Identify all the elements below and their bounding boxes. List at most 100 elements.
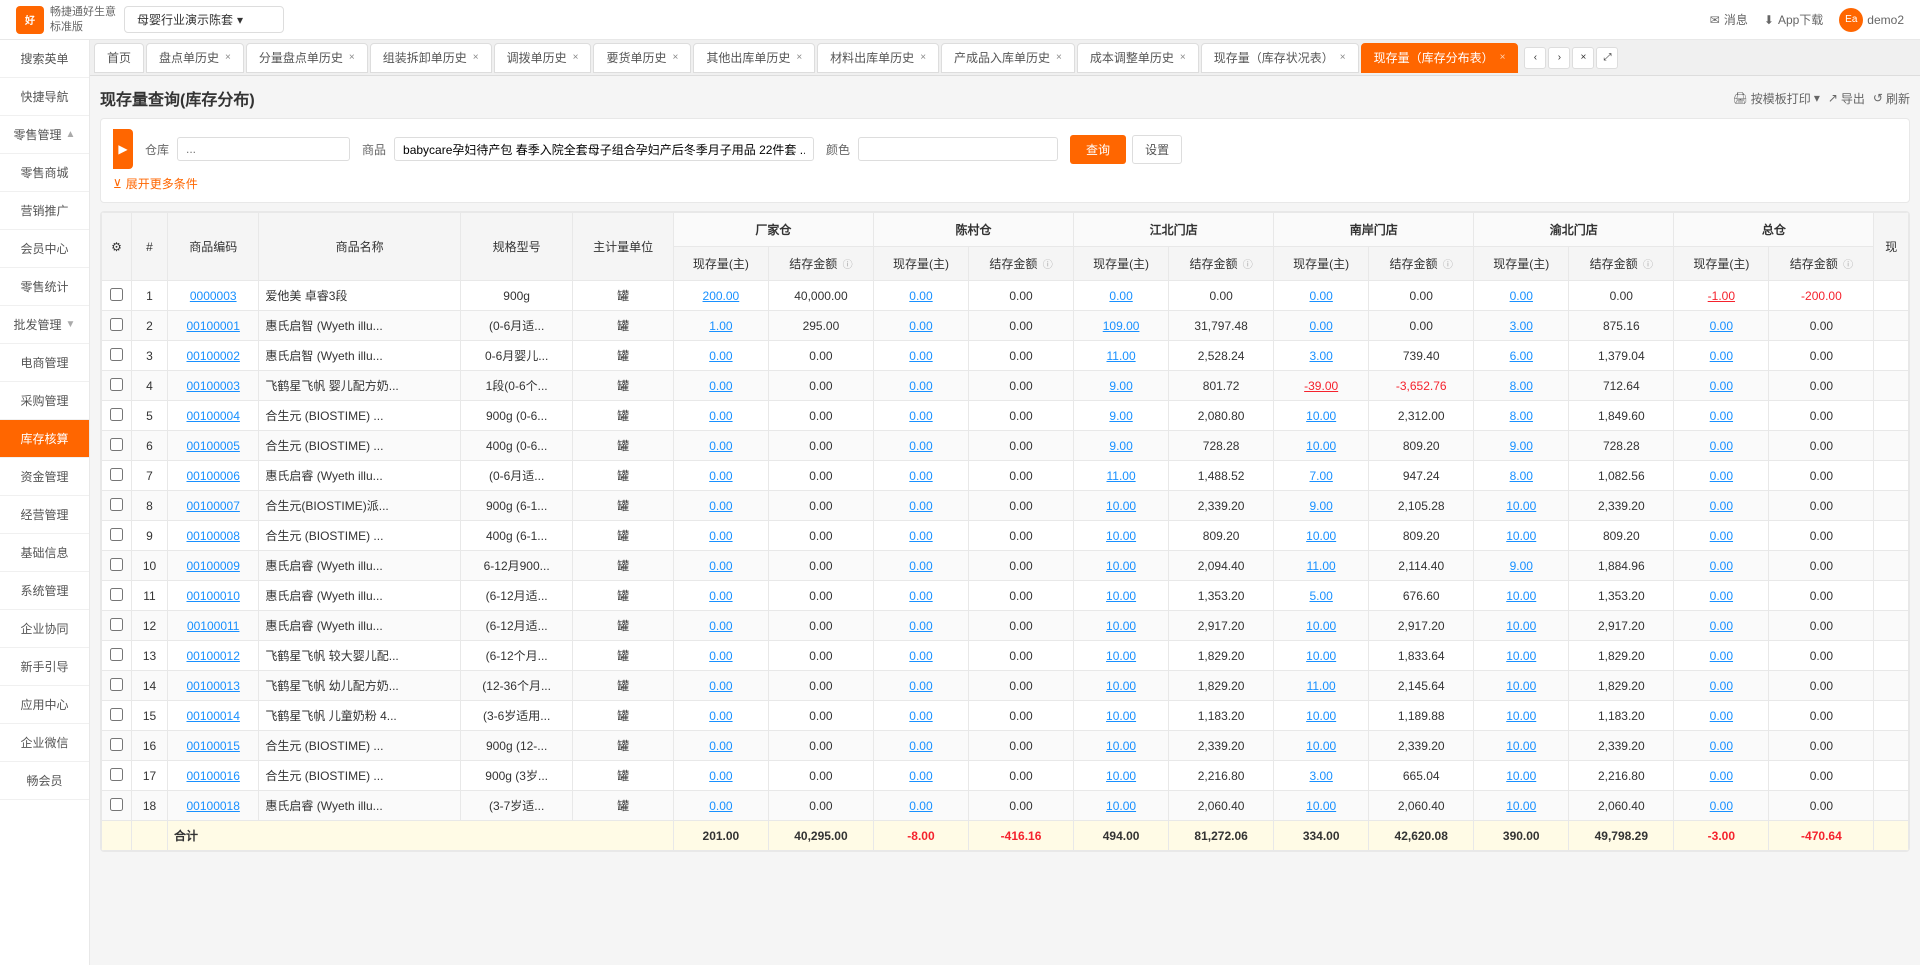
tab-other-out-history[interactable]: 其他出库单历史 × — [693, 43, 815, 73]
sidebar-item-retail-stats[interactable]: 零售统计 — [0, 268, 89, 306]
summary-row: 合计 201.00 40,295.00 -8.00 -416.16 494.00… — [102, 821, 1909, 851]
tab-close-icon[interactable]: × — [225, 52, 231, 63]
logo-area: 好 畅捷通好生意 标准版 — [16, 5, 116, 34]
tab-home[interactable]: 首页 — [94, 43, 144, 73]
table-container: ⚙ # 商品编码 商品名称 规格型号 主计量单位 厂家仓 陈村仓 江北门店 南岸… — [100, 211, 1910, 852]
tab-close-icon-active[interactable]: × — [1500, 52, 1506, 63]
refresh-btn[interactable]: ↺ 刷新 — [1873, 90, 1910, 107]
sidebar-item-finance[interactable]: 资金管理 — [0, 458, 89, 496]
warehouse-input[interactable] — [177, 137, 350, 161]
sidebar-item-vip[interactable]: 畅会员 — [0, 762, 89, 800]
search-row: ▶ 仓库 商品 颜色 查询 设置 — [113, 129, 1897, 169]
sidebar-item-newbie[interactable]: 新手引导 — [0, 648, 89, 686]
query-button[interactable]: 查询 — [1070, 135, 1126, 164]
sidebar-item-operations[interactable]: 经营管理 — [0, 496, 89, 534]
table-row: 12 00100011 惠氏启睿 (Wyeth illu... (6-12月适.… — [102, 611, 1909, 641]
sidebar-item-wework[interactable]: 企业微信 — [0, 724, 89, 762]
sidebar-item-collab[interactable]: 企业协同 — [0, 610, 89, 648]
header-actions: 🖨 按模板打印 ▾ ↗ 导出 ↺ 刷新 — [1733, 90, 1910, 107]
tab-product-in-history[interactable]: 产成品入库单历史 × — [941, 43, 1075, 73]
th-product-code: 商品编码 — [168, 213, 259, 281]
user-avatar-btn[interactable]: Ea demo2 — [1839, 8, 1904, 32]
expand-collapse-btn[interactable]: ▶ — [113, 129, 133, 169]
tab-close-icon[interactable]: × — [796, 52, 802, 63]
goods-input[interactable] — [394, 137, 814, 161]
th-jiangbei-store: 江北门店 — [1074, 213, 1274, 247]
sidebar-item-retail-mall[interactable]: 零售商城 — [0, 154, 89, 192]
top-bar-left: 好 畅捷通好生意 标准版 母婴行业演示陈套 ▾ — [16, 5, 284, 34]
th-spec: 规格型号 — [460, 213, 572, 281]
export-btn[interactable]: ↗ 导出 — [1828, 90, 1865, 107]
tab-close-all-btn[interactable]: × — [1572, 47, 1594, 69]
sidebar-item-basic-info[interactable]: 基础信息 — [0, 534, 89, 572]
chevron-down-icon: ▾ — [237, 13, 243, 27]
th-chen-stock: 现存量(主) — [873, 247, 968, 281]
logo-icon: 好 — [16, 6, 44, 34]
settings-button[interactable]: 设置 — [1132, 135, 1182, 164]
th-gear: ⚙ — [102, 213, 132, 281]
tab-close-icon[interactable]: × — [1340, 52, 1346, 63]
tab-scroll-left-btn[interactable]: ‹ — [1524, 47, 1546, 69]
logo-text: 畅捷通好生意 标准版 — [50, 5, 116, 34]
tab-order-history[interactable]: 要货单历史 × — [593, 43, 691, 73]
tab-transfer-history[interactable]: 调拨单历史 × — [494, 43, 592, 73]
th-na-stock: 现存量(主) — [1274, 247, 1369, 281]
color-input[interactable] — [858, 137, 1058, 161]
table-row: 8 00100007 合生元(BIOSTIME)派... 900g (6-1..… — [102, 491, 1909, 521]
tab-stock-distribution[interactable]: 现存量（库存分布表） × — [1361, 43, 1519, 73]
tab-stock-status[interactable]: 现存量（库存状况表） × — [1201, 43, 1359, 73]
sidebar-item-search[interactable]: 搜索英单 — [0, 40, 89, 78]
tab-portion-check-history[interactable]: 分量盘点单历史 × — [246, 43, 368, 73]
app-download-btn[interactable]: ⬇ App下载 — [1764, 11, 1823, 28]
tab-close-icon[interactable]: × — [473, 52, 479, 63]
top-bar: 好 畅捷通好生意 标准版 母婴行业演示陈套 ▾ ✉ 消息 ⬇ App下载 Ea … — [0, 0, 1920, 40]
color-label: 颜色 — [826, 141, 850, 158]
sidebar-item-retail-mgmt[interactable]: 零售管理 ▲ — [0, 116, 89, 154]
tab-close-icon[interactable]: × — [573, 52, 579, 63]
sidebar-item-purchase[interactable]: 采购管理 — [0, 382, 89, 420]
tab-close-icon[interactable]: × — [349, 52, 355, 63]
tab-close-icon[interactable]: × — [920, 52, 926, 63]
warehouse-label: 仓库 — [145, 141, 169, 158]
th-product-name: 商品名称 — [259, 213, 460, 281]
th-total-warehouse: 总仓 — [1674, 213, 1874, 247]
tab-expand-btn[interactable]: ⤢ — [1596, 47, 1618, 69]
sidebar-item-system[interactable]: 系统管理 — [0, 572, 89, 610]
sidebar-item-marketing[interactable]: 营销推广 — [0, 192, 89, 230]
sidebar-item-wholesale[interactable]: 批发管理 ▼ — [0, 306, 89, 344]
table-row: 10 00100009 惠氏启睿 (Wyeth illu... 6-12月900… — [102, 551, 1909, 581]
warehouse-search-item: 仓库 — [145, 137, 350, 161]
page-title: 现存量查询(库存分布) — [100, 86, 255, 110]
print-btn[interactable]: 🖨 按模板打印 ▾ — [1733, 90, 1820, 107]
refresh-icon: ↺ — [1873, 91, 1883, 105]
tab-close-icon[interactable]: × — [672, 52, 678, 63]
sidebar-item-ecommerce[interactable]: 电商管理 — [0, 344, 89, 382]
table-row: 1 0000003 爱他美 卓睿3段 900g 罐 200.00 40,000.… — [102, 281, 1909, 311]
th-total-stock: 现存量(主) — [1674, 247, 1769, 281]
action-buttons: 查询 设置 — [1070, 135, 1182, 164]
tab-inventory-check-history[interactable]: 盘点单历史 × — [146, 43, 244, 73]
goods-search-item: 商品 — [362, 137, 814, 161]
th-jb-stock: 现存量(主) — [1074, 247, 1169, 281]
tab-assembly-history[interactable]: 组装拆卸单历史 × — [370, 43, 492, 73]
messages-btn[interactable]: ✉ 消息 — [1710, 11, 1748, 28]
sidebar: 搜索英单 快捷导航 零售管理 ▲ 零售商城 营销推广 会员中心 零售统计 批发管… — [0, 40, 90, 965]
sidebar-item-member[interactable]: 会员中心 — [0, 230, 89, 268]
tab-cost-adjust-history[interactable]: 成本调整单历史 × — [1077, 43, 1199, 73]
tab-close-icon[interactable]: × — [1056, 52, 1062, 63]
sidebar-item-quick-nav[interactable]: 快捷导航 — [0, 78, 89, 116]
avatar: Ea — [1839, 8, 1863, 32]
tab-close-icon[interactable]: × — [1180, 52, 1186, 63]
tab-scroll-right-btn[interactable]: › — [1548, 47, 1570, 69]
th-nanan-store: 南岸门店 — [1274, 213, 1474, 247]
tab-material-out-history[interactable]: 材料出库单历史 × — [817, 43, 939, 73]
chevron-icon: ▲ — [66, 129, 76, 140]
table-row: 6 00100005 合生元 (BIOSTIME) ... 400g (0-6.… — [102, 431, 1909, 461]
store-selector[interactable]: 母婴行业演示陈套 ▾ — [124, 6, 284, 33]
table-row: 16 00100015 合生元 (BIOSTIME) ... 900g (12-… — [102, 731, 1909, 761]
sidebar-item-app-center[interactable]: 应用中心 — [0, 686, 89, 724]
expand-more-btn[interactable]: ⊻ 展开更多条件 — [113, 175, 1897, 192]
table-row: 15 00100014 飞鹤星飞帆 儿童奶粉 4... (3-6岁适用... 罐… — [102, 701, 1909, 731]
sidebar-item-inventory[interactable]: 库存核算 — [0, 420, 89, 458]
table-row: 13 00100012 飞鹤星飞帆 较大婴儿配... (6-12个月... 罐 … — [102, 641, 1909, 671]
